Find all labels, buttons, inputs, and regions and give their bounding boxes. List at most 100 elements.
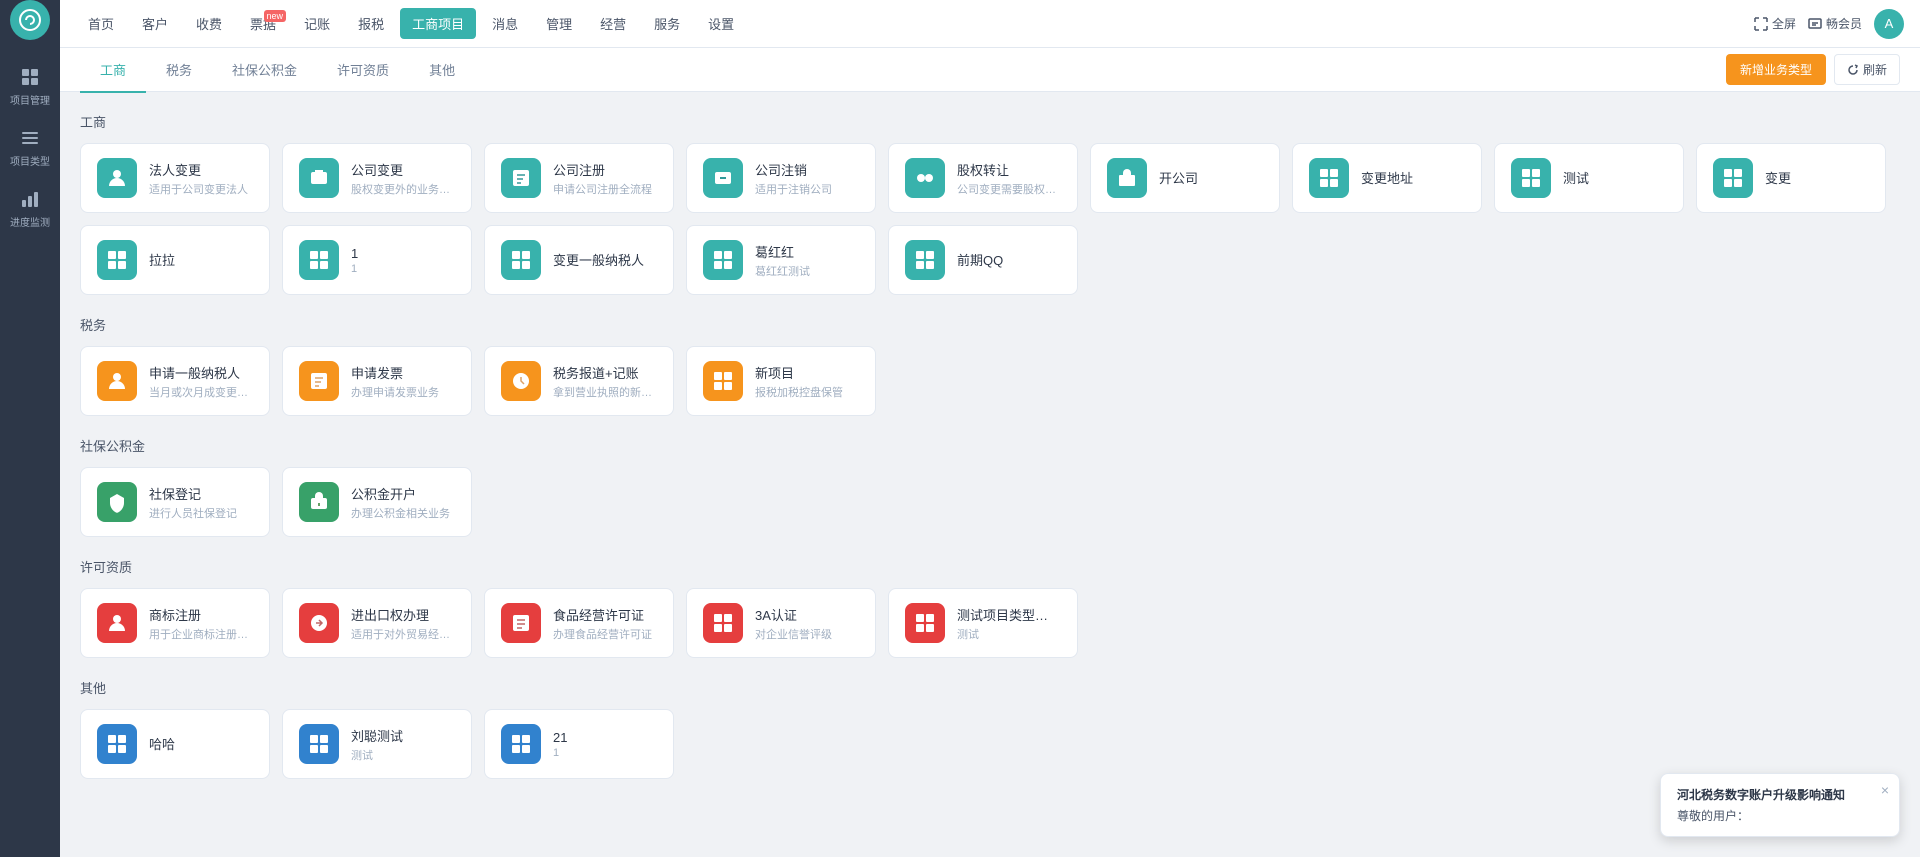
tab-gongshang[interactable]: 工商 xyxy=(80,48,146,93)
card-info-3a-cert: 3A认证 对企业信誉评级 xyxy=(755,605,859,642)
card-food-license[interactable]: 食品经营许可证 办理食品经营许可证 xyxy=(484,588,674,658)
card-name-gehonghong: 葛红红 xyxy=(755,242,859,261)
card-gehonghong[interactable]: 葛红红 葛红红测试 xyxy=(686,225,876,295)
card-liucong-test[interactable]: 刘聪测试 测试 xyxy=(282,709,472,779)
sidebar-item-progress[interactable]: 进度监测 xyxy=(0,178,60,239)
card-apply-invoice[interactable]: 申请发票 办理申请发票业务 xyxy=(282,346,472,416)
sidebar-item-project-type[interactable]: 项目类型 xyxy=(0,117,60,178)
nav-client[interactable]: 客户 xyxy=(130,8,180,39)
nav-manage[interactable]: 管理 xyxy=(534,8,584,39)
nav-message[interactable]: 消息 xyxy=(480,8,530,39)
card-info-change-tax: 变更一般纳税人 xyxy=(553,250,657,271)
card-test-type[interactable]: 测试项目类型目定义 测试 xyxy=(888,588,1078,658)
card-apply-tax[interactable]: 申请一般纳税人 当月或次月成变更完成 xyxy=(80,346,270,416)
card-desc-liucong-test: 测试 xyxy=(351,747,455,763)
card-num1[interactable]: 1 1 xyxy=(282,225,472,295)
card-icon-change2 xyxy=(1713,158,1753,198)
nav-fee[interactable]: 收费 xyxy=(184,8,234,39)
nav-tax[interactable]: 报税 xyxy=(346,8,396,39)
card-import-export[interactable]: 进出口权办理 适用于对外贸易经营者 xyxy=(282,588,472,658)
card-desc-new-project: 报税加税控盘保管 xyxy=(755,384,859,400)
card-info-gehonghong: 葛红红 葛红红测试 xyxy=(755,242,859,279)
card-info-faren: 法人变更 适用于公司变更法人 xyxy=(149,160,253,197)
card-tax-report[interactable]: 税务报道+记账 拿到营业执照的新公司 xyxy=(484,346,674,416)
card-change2[interactable]: 变更 xyxy=(1696,143,1886,213)
new-type-button[interactable]: 新增业务类型 xyxy=(1726,54,1826,85)
card-desc-equity: 公司变更需要股权转让 xyxy=(957,181,1061,197)
card-change-tax[interactable]: 变更一般纳税人 xyxy=(484,225,674,295)
card-name-apply-tax: 申请一般纳税人 xyxy=(149,363,253,382)
card-info-food-license: 食品经营许可证 办理食品经营许可证 xyxy=(553,605,657,642)
card-info-gjj-open: 公积金开户 办理公积金相关业务 xyxy=(351,484,455,521)
card-open-company[interactable]: 开公司 xyxy=(1090,143,1280,213)
avatar[interactable]: A xyxy=(1874,9,1904,39)
card-gjj-open[interactable]: 公积金开户 办理公积金相关业务 xyxy=(282,467,472,537)
card-qianqi[interactable]: 前期QQ xyxy=(888,225,1078,295)
nav-bizproject[interactable]: 工商项目 xyxy=(400,8,476,39)
card-icon-lala xyxy=(97,240,137,280)
card-info-apply-invoice: 申请发票 办理申请发票业务 xyxy=(351,363,455,400)
nav-service[interactable]: 服务 xyxy=(642,8,692,39)
card-info-import-export: 进出口权办理 适用于对外贸易经营者 xyxy=(351,605,455,642)
card-icon-new-project xyxy=(703,361,743,401)
card-name-apply-invoice: 申请发票 xyxy=(351,363,455,382)
refresh-button[interactable]: 刷新 xyxy=(1834,54,1900,85)
nav-accounting[interactable]: 记账 xyxy=(292,8,342,39)
card-haha[interactable]: 哈哈 xyxy=(80,709,270,779)
card-info-equity: 股权转让 公司变更需要股权转让 xyxy=(957,160,1061,197)
notification-bubble: × 河北税务数字账户升级影响通知 尊敬的用户： xyxy=(1660,773,1900,837)
card-equity[interactable]: 股权转让 公司变更需要股权转让 xyxy=(888,143,1078,213)
card-name-new-project: 新项目 xyxy=(755,363,859,382)
nav-home[interactable]: 首页 xyxy=(76,8,126,39)
member-btn[interactable]: 畅会员 xyxy=(1808,15,1862,32)
sidebar-label-progress: 进度监测 xyxy=(10,214,50,229)
card-info-haha: 哈哈 xyxy=(149,734,253,755)
card-name-trademark: 商标注册 xyxy=(149,605,253,624)
card-shebao-reg[interactable]: 社保登记 进行人员社保登记 xyxy=(80,467,270,537)
card-21[interactable]: 21 1 xyxy=(484,709,674,779)
card-company-register[interactable]: 公司注册 申请公司注册全流程 xyxy=(484,143,674,213)
card-icon-3a-cert xyxy=(703,603,743,643)
card-desc-faren: 适用于公司变更法人 xyxy=(149,181,253,197)
card-test1[interactable]: 测试 xyxy=(1494,143,1684,213)
tab-shebao[interactable]: 社保公积金 xyxy=(212,48,317,93)
notification-content: 尊敬的用户： xyxy=(1677,807,1883,824)
card-name-import-export: 进出口权办理 xyxy=(351,605,455,624)
card-company-cancel[interactable]: 公司注销 适用于注销公司 xyxy=(686,143,876,213)
nav-ticket[interactable]: 票据 new xyxy=(238,8,288,39)
card-icon-company-change xyxy=(299,158,339,198)
tab-other[interactable]: 其他 xyxy=(409,48,475,93)
card-new-project[interactable]: 新项目 报税加税控盘保管 xyxy=(686,346,876,416)
card-name-company-cancel: 公司注销 xyxy=(755,160,859,179)
notification-close-btn[interactable]: × xyxy=(1881,782,1889,798)
tab-xuke[interactable]: 许可资质 xyxy=(317,48,409,93)
card-name-liucong-test: 刘聪测试 xyxy=(351,726,455,745)
card-desc-company-change: 股权变更外的业务变更 xyxy=(351,181,455,197)
nav-settings[interactable]: 设置 xyxy=(696,8,746,39)
card-name-21: 21 xyxy=(553,730,657,745)
card-name-test-type: 测试项目类型目定义 xyxy=(957,605,1061,624)
card-company-change[interactable]: 公司变更 股权变更外的业务变更 xyxy=(282,143,472,213)
card-trademark[interactable]: 商标注册 用于企业商标注册服务 xyxy=(80,588,270,658)
card-3a-cert[interactable]: 3A认证 对企业信誉评级 xyxy=(686,588,876,658)
card-lala[interactable]: 拉拉 xyxy=(80,225,270,295)
card-change-address[interactable]: 变更地址 xyxy=(1292,143,1482,213)
tab-shuiwu[interactable]: 税务 xyxy=(146,48,212,93)
card-name-change-tax: 变更一般纳税人 xyxy=(553,250,657,269)
card-icon-tax-report xyxy=(501,361,541,401)
sidebar-item-project-manage[interactable]: 项目管理 xyxy=(0,56,60,117)
card-info-company-change: 公司变更 股权变更外的业务变更 xyxy=(351,160,455,197)
card-icon-gehonghong xyxy=(703,240,743,280)
section-title-shebao: 社保公积金 xyxy=(80,436,1900,455)
card-icon-change-tax xyxy=(501,240,541,280)
card-faren-bianggeng[interactable]: 法人变更 适用于公司变更法人 xyxy=(80,143,270,213)
card-info-change2: 变更 xyxy=(1765,168,1869,189)
nav-operate[interactable]: 经营 xyxy=(588,8,638,39)
fullscreen-btn[interactable]: 全屏 xyxy=(1754,15,1796,32)
card-info-21: 21 1 xyxy=(553,730,657,759)
card-icon-food-license xyxy=(501,603,541,643)
app-sidebar: 项目管理 项目类型 进度监测 xyxy=(0,0,60,857)
card-desc-shebao-reg: 进行人员社保登记 xyxy=(149,505,253,521)
card-info-test-type: 测试项目类型目定义 测试 xyxy=(957,605,1061,642)
sidebar-label-project-type: 项目类型 xyxy=(10,153,50,168)
